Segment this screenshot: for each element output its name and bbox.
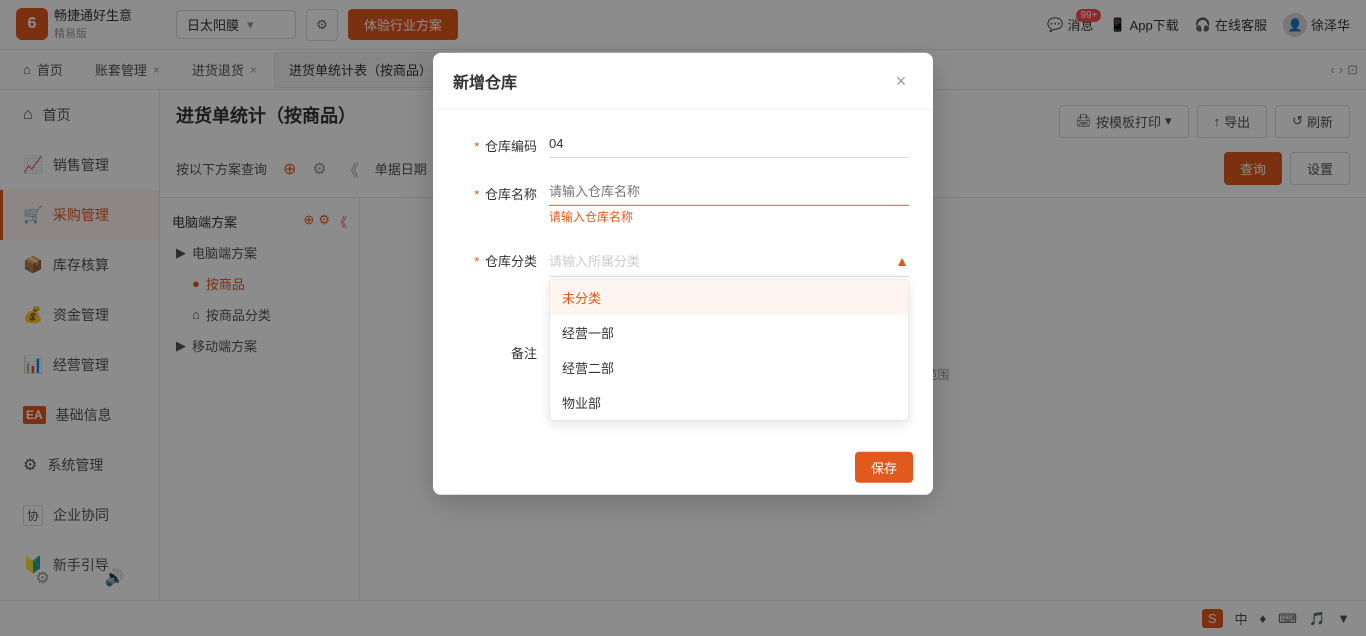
save-button[interactable]: 保存 — [855, 452, 913, 483]
code-row: * 仓库编码 — [457, 130, 909, 158]
code-control — [549, 130, 909, 158]
category-dropdown: 请输入所属分类 ▲ 未分类 经营一部 经营二部 物业部 — [549, 245, 909, 277]
modal-title: 新增仓库 — [453, 69, 517, 93]
category-input[interactable]: 请输入所属分类 ▲ — [549, 245, 909, 277]
option-dept2[interactable]: 经营二部 — [550, 350, 908, 385]
name-error-msg: 请输入仓库名称 — [549, 208, 909, 225]
name-control: 请输入仓库名称 — [549, 178, 909, 225]
new-warehouse-modal: 新增仓库 × * 仓库编码 * 仓库名称 请输入仓库名称 — [433, 53, 933, 495]
modal-body: * 仓库编码 * 仓库名称 请输入仓库名称 * 仓库分类 — [433, 110, 933, 440]
name-row: * 仓库名称 请输入仓库名称 — [457, 178, 909, 225]
category-label: * 仓库分类 — [457, 245, 537, 270]
category-row: * 仓库分类 请输入所属分类 ▲ 未分类 经营一部 经营二部 物业部 — [457, 245, 909, 277]
modal-header: 新增仓库 × — [433, 53, 933, 110]
dropdown-up-arrow[interactable]: ▲ — [895, 252, 909, 268]
modal-close-button[interactable]: × — [889, 69, 913, 93]
category-control: 请输入所属分类 ▲ 未分类 经营一部 经营二部 物业部 — [549, 245, 909, 277]
option-dept3[interactable]: 物业部 — [550, 385, 908, 420]
name-label: * 仓库名称 — [457, 178, 537, 203]
dropdown-list: 未分类 经营一部 经营二部 物业部 — [549, 279, 909, 421]
code-label: * 仓库编码 — [457, 130, 537, 155]
note-label: 备注 — [457, 337, 537, 362]
modal-footer: 保存 — [433, 440, 933, 495]
option-uncategorized[interactable]: 未分类 — [550, 280, 908, 315]
option-dept1[interactable]: 经营一部 — [550, 315, 908, 350]
category-placeholder: 请输入所属分类 — [549, 251, 640, 270]
code-input[interactable] — [549, 130, 909, 158]
name-input[interactable] — [549, 178, 909, 206]
